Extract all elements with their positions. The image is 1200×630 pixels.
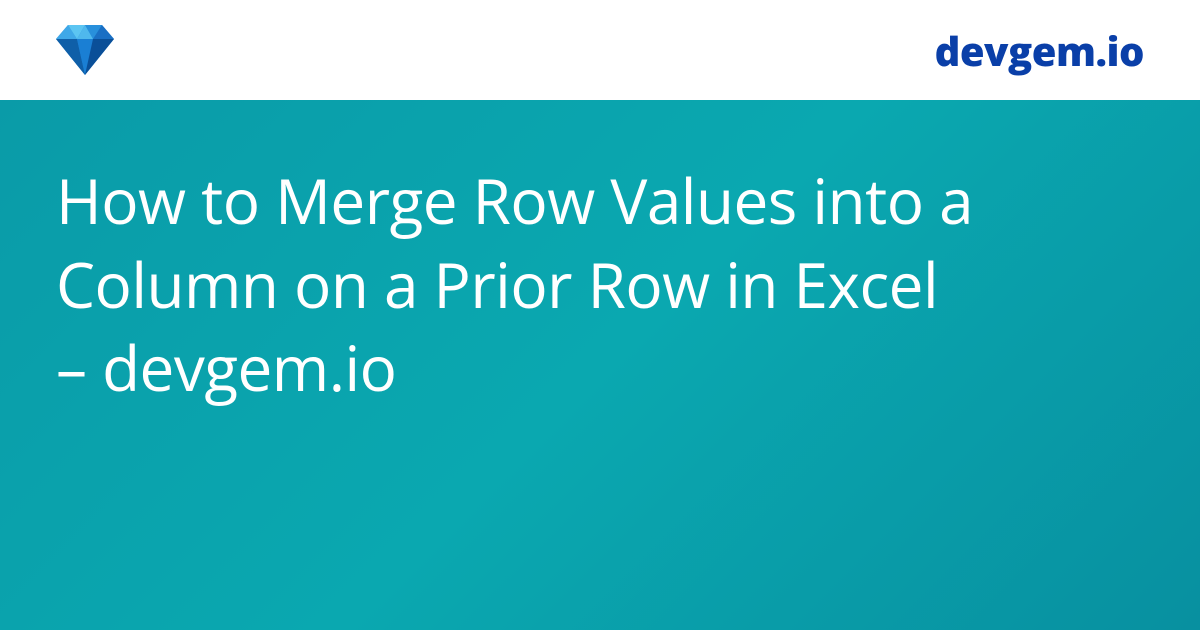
hero-section: How to Merge Row Values into a Column on…: [0, 100, 1200, 630]
page-title: How to Merge Row Values into a Column on…: [56, 160, 976, 411]
gem-logo-icon: [56, 25, 114, 75]
brand-name: devgem.io: [935, 23, 1144, 78]
header: devgem.io: [0, 0, 1200, 100]
